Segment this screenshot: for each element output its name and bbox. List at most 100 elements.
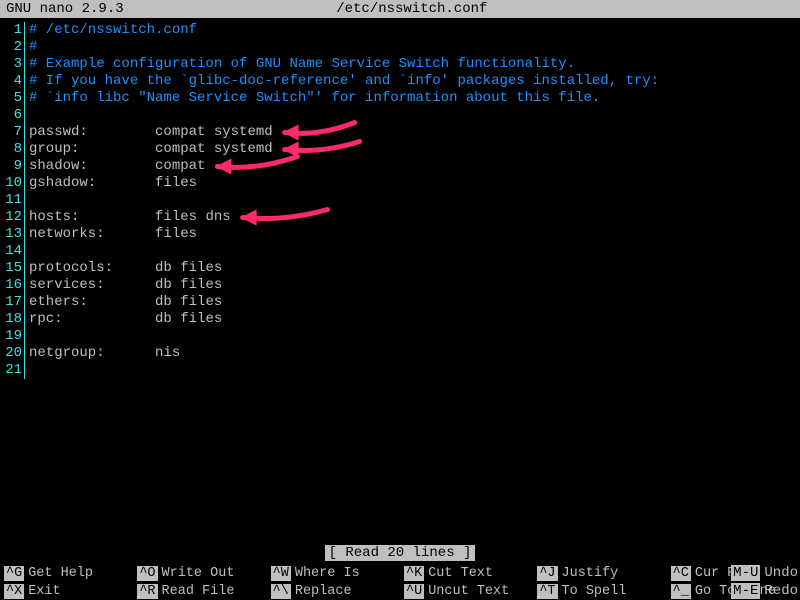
shortcut-key: ^R bbox=[137, 584, 157, 599]
editor-line[interactable]: 7passwd: compat systemd bbox=[0, 124, 800, 141]
conf-value: db files bbox=[155, 277, 222, 293]
editor-line[interactable]: 21 bbox=[0, 362, 800, 379]
editor-line[interactable]: 9shadow: compat bbox=[0, 158, 800, 175]
gutter-separator bbox=[24, 124, 25, 141]
conf-value: files bbox=[155, 226, 197, 242]
line-content: passwd: compat systemd bbox=[29, 124, 273, 141]
line-number: 11 bbox=[0, 192, 24, 209]
editor-line[interactable]: 6 bbox=[0, 107, 800, 124]
conf-value: compat systemd bbox=[155, 141, 273, 157]
gutter-separator bbox=[24, 345, 25, 362]
shortcut-label: Justify bbox=[562, 566, 619, 581]
shortcut-to-spell[interactable]: ^T To Spell bbox=[533, 582, 666, 600]
editor-line[interactable]: 15 protocols: db files bbox=[0, 260, 800, 277]
editor-line[interactable]: 5# `info libc "Name Service Switch"' for… bbox=[0, 90, 800, 107]
shortcut-key: ^W bbox=[271, 566, 291, 581]
line-number: 17 bbox=[0, 294, 24, 311]
gutter-separator bbox=[24, 277, 25, 294]
editor-line[interactable]: 4 # If you have the `glibc-doc-reference'… bbox=[0, 73, 800, 90]
editor-line[interactable]: 17 ethers: db files bbox=[0, 294, 800, 311]
app-version: GNU nano 2.9.3 bbox=[0, 0, 124, 18]
line-content: networks: files bbox=[29, 226, 197, 243]
conf-value: db files bbox=[155, 311, 222, 327]
editor-line[interactable]: 8group: compat systemd bbox=[0, 141, 800, 158]
conf-key: netgroup: bbox=[29, 345, 155, 361]
line-number: 16 bbox=[0, 277, 24, 294]
gutter-separator bbox=[24, 22, 25, 39]
gutter-separator bbox=[24, 260, 25, 277]
conf-value: files dns bbox=[155, 209, 231, 225]
shortcut-redo[interactable]: M-ERedo bbox=[727, 582, 798, 600]
gutter-separator bbox=[24, 56, 25, 73]
shortcut-key: ^G bbox=[4, 566, 24, 581]
line-content: group: compat systemd bbox=[29, 141, 273, 158]
shortcut-undo[interactable]: M-UUndo bbox=[727, 564, 798, 582]
gutter-separator bbox=[24, 362, 25, 379]
gutter-separator bbox=[24, 107, 25, 124]
line-number: 2 bbox=[0, 39, 24, 56]
editor-line[interactable]: 19 bbox=[0, 328, 800, 345]
shortcut-key: ^T bbox=[537, 584, 557, 599]
editor-line[interactable]: 18 rpc: db files bbox=[0, 311, 800, 328]
shortcut-key: ^C bbox=[671, 566, 691, 581]
shortcut-label: Cut Text bbox=[428, 566, 493, 581]
shortcut-key: ^K bbox=[404, 566, 424, 581]
gutter-separator bbox=[24, 226, 25, 243]
line-content: # If you have the `glibc-doc-reference' … bbox=[29, 73, 659, 90]
conf-key: group: bbox=[29, 141, 155, 157]
line-number: 18 bbox=[0, 311, 24, 328]
file-path: /etc/nsswitch.conf bbox=[124, 0, 700, 18]
shortcut-label: To Spell bbox=[562, 584, 627, 599]
shortcut-bar: ^GGet Help^OWrite Out ^W Where Is ^K Cut Tex… bbox=[0, 564, 800, 600]
conf-value: db files bbox=[155, 260, 222, 276]
line-number: 13 bbox=[0, 226, 24, 243]
shortcut-extra-group: M-UUndoM-ERedo bbox=[727, 564, 798, 600]
shortcut-cut-text[interactable]: ^K Cut Text bbox=[400, 564, 533, 582]
shortcut-label: Where Is bbox=[295, 566, 360, 581]
shortcut-label: Undo bbox=[764, 565, 798, 581]
editor-line[interactable]: 12hosts: files dns bbox=[0, 209, 800, 226]
editor-line[interactable]: 16 services: db files bbox=[0, 277, 800, 294]
editor-line[interactable]: 20netgroup: nis bbox=[0, 345, 800, 362]
shortcut-get-help[interactable]: ^GGet Help bbox=[0, 564, 133, 582]
shortcut-exit[interactable]: ^XExit bbox=[0, 582, 133, 600]
status-bar: [ Read 20 lines ] bbox=[0, 544, 800, 562]
editor-line[interactable]: 3# Example configuration of GNU Name Ser… bbox=[0, 56, 800, 73]
shortcut-justify[interactable]: ^JJustify bbox=[533, 564, 666, 582]
line-content: shadow: compat bbox=[29, 158, 205, 175]
title-spacer bbox=[700, 0, 800, 18]
line-number: 5 bbox=[0, 90, 24, 107]
line-number: 10 bbox=[0, 175, 24, 192]
line-number: 4 bbox=[0, 73, 24, 90]
editor-line[interactable]: 1# /etc/nsswitch.conf bbox=[0, 22, 800, 39]
editor-line[interactable]: 10gshadow: files bbox=[0, 175, 800, 192]
line-content: protocols: db files bbox=[29, 260, 222, 277]
line-content: netgroup: nis bbox=[29, 345, 180, 362]
shortcut-label: Write Out bbox=[162, 566, 235, 581]
shortcut-read-file[interactable]: ^RRead File bbox=[133, 582, 266, 600]
conf-key: services: bbox=[29, 277, 155, 293]
line-number: 19 bbox=[0, 328, 24, 345]
editor-line[interactable]: 11 bbox=[0, 192, 800, 209]
shortcut-where-is[interactable]: ^W Where Is bbox=[267, 564, 400, 582]
line-number: 6 bbox=[0, 107, 24, 124]
editor-area[interactable]: 1# /etc/nsswitch.conf2#3# Example config… bbox=[0, 18, 800, 379]
editor-line[interactable]: 2# bbox=[0, 39, 800, 56]
line-content: hosts: files dns bbox=[29, 209, 231, 226]
gutter-separator bbox=[24, 90, 25, 107]
line-content: rpc: db files bbox=[29, 311, 222, 328]
gutter-separator bbox=[24, 158, 25, 175]
shortcut-write-out[interactable]: ^OWrite Out bbox=[133, 564, 266, 582]
conf-key: networks: bbox=[29, 226, 155, 242]
line-content: ethers: db files bbox=[29, 294, 222, 311]
line-number: 15 bbox=[0, 260, 24, 277]
shortcut-key: ^_ bbox=[671, 584, 691, 599]
status-text: [ Read 20 lines ] bbox=[325, 545, 476, 561]
shortcut-replace[interactable]: ^\Replace bbox=[267, 582, 400, 600]
shortcut-key: ^\ bbox=[271, 584, 291, 599]
editor-line[interactable]: 13 networks: files bbox=[0, 226, 800, 243]
shortcut-uncut-text[interactable]: ^UUncut Text bbox=[400, 582, 533, 600]
gutter-separator bbox=[24, 209, 25, 226]
editor-line[interactable]: 14 bbox=[0, 243, 800, 260]
line-number: 1 bbox=[0, 22, 24, 39]
